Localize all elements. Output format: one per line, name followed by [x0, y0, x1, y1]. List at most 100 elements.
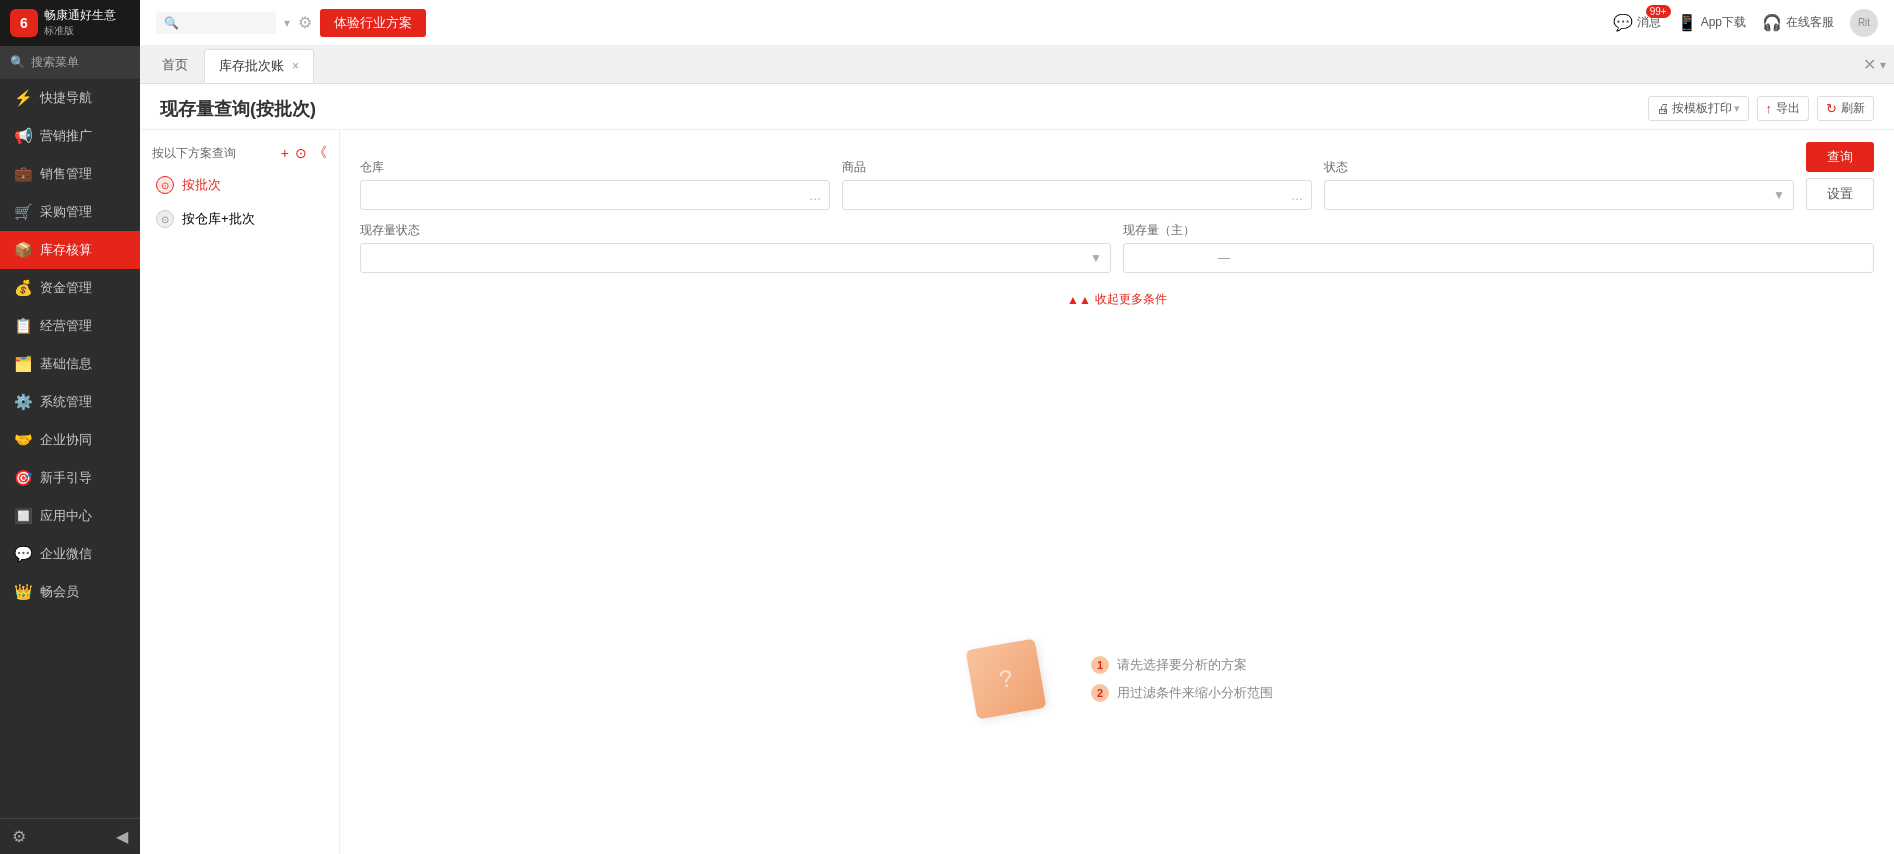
inventory-status-dropdown-icon[interactable]: ▼: [1090, 251, 1102, 265]
sidebar-item-sales[interactable]: 💼 销售管理: [0, 155, 140, 193]
topbar-left: 🔍 ▾ ⚙ 体验行业方案: [156, 9, 1603, 37]
scheme-collapse-icon[interactable]: 《: [313, 144, 327, 162]
sidebar-item-label: 经营管理: [40, 317, 92, 335]
close-all-tabs-icon[interactable]: ✕: [1863, 55, 1876, 74]
sidebar: 6 畅康通好生意 标准版 🔍 搜索菜单 ⚡ 快捷导航 📢 营销推广 💼 销售管理…: [0, 0, 140, 854]
warehouse-input[interactable]: ...: [360, 180, 830, 210]
search-menu[interactable]: 🔍 搜索菜单: [0, 46, 140, 79]
query-button[interactable]: 查询: [1806, 142, 1874, 172]
message-item[interactable]: 💬 消息 99+: [1613, 13, 1661, 32]
sidebar-item-app-center[interactable]: 🔲 应用中心: [0, 497, 140, 535]
sidebar-item-label: 企业协同: [40, 431, 92, 449]
scheme-header-actions: + ⊙ 《: [281, 144, 327, 162]
system-icon: ⚙️: [14, 393, 32, 411]
warehouse-more-icon[interactable]: ...: [809, 187, 821, 203]
scheme-header-label: 按以下方案查询: [152, 145, 236, 162]
scheme-label-by-warehouse-batch: 按仓库+批次: [182, 210, 255, 228]
online-service-item[interactable]: 🎧 在线客服: [1762, 13, 1834, 32]
sidebar-item-basic[interactable]: 🗂️ 基础信息: [0, 345, 140, 383]
user-avatar: Rit: [1850, 9, 1878, 37]
hint-label-2: 用过滤条件来缩小分析范围: [1117, 684, 1273, 702]
scheme-panel: 按以下方案查询 + ⊙ 《 ⊙ 按批次 ⊙ 按仓库+批次: [140, 130, 340, 854]
settings-footer-icon[interactable]: ⚙: [12, 827, 26, 846]
inventory-status-select[interactable]: ▼: [360, 243, 1111, 273]
topbar-search-input[interactable]: [183, 16, 263, 30]
status-select[interactable]: ▼: [1324, 180, 1794, 210]
collapse-more[interactable]: ▲▲ 收起更多条件: [360, 285, 1874, 314]
export-icon: ↑: [1766, 101, 1773, 116]
tab-more-icon[interactable]: ▾: [1880, 58, 1886, 72]
refresh-label: 刷新: [1841, 100, 1865, 117]
active-tab-label: 库存批次账: [219, 57, 284, 75]
topbar-search-box[interactable]: 🔍: [156, 12, 276, 34]
search-icon: 🔍: [10, 55, 25, 69]
sidebar-item-inventory[interactable]: 📦 库存核算: [0, 231, 140, 269]
user-avatar-item[interactable]: Rit: [1850, 9, 1878, 37]
export-btn[interactable]: ↑ 导出: [1757, 96, 1810, 121]
goods-label: 商品: [842, 159, 1312, 176]
tab-home[interactable]: 首页: [148, 48, 202, 82]
empty-text: 1 请先选择要分析的方案 2 用过滤条件来缩小分析范围: [1091, 656, 1273, 702]
sidebar-item-wechat[interactable]: 💬 企业微信: [0, 535, 140, 573]
right-content: 仓库 ... 商品 ...: [340, 130, 1894, 854]
quick-nav-icon: ⚡: [14, 89, 32, 107]
goods-input[interactable]: ...: [842, 180, 1312, 210]
tab-inventory-batch[interactable]: 库存批次账 ×: [204, 49, 314, 83]
message-badge: 99+: [1646, 5, 1671, 18]
printer-icon: 🖨: [1657, 101, 1670, 116]
sidebar-nav: ⚡ 快捷导航 📢 营销推广 💼 销售管理 🛒 采购管理 📦 库存核算 💰 资金管…: [0, 79, 140, 818]
sidebar-item-label: 采购管理: [40, 203, 92, 221]
topbar: 🔍 ▾ ⚙ 体验行业方案 💬 消息 99+ 📱 App下载 🎧 在线客服: [140, 0, 1894, 46]
scheme-item-by-batch[interactable]: ⊙ 按批次: [140, 168, 339, 202]
marketing-icon: 📢: [14, 127, 32, 145]
sidebar-item-operations[interactable]: 📋 经营管理: [0, 307, 140, 345]
scheme-item-by-warehouse-batch[interactable]: ⊙ 按仓库+批次: [140, 202, 339, 236]
refresh-btn[interactable]: ↻ 刷新: [1817, 96, 1874, 121]
member-icon: 👑: [14, 583, 32, 601]
inventory-qty-label: 现存量（主）: [1123, 222, 1874, 239]
inventory-status-label: 现存量状态: [360, 222, 1111, 239]
status-dropdown-icon[interactable]: ▼: [1773, 188, 1785, 202]
print-dropdown-icon[interactable]: ▾: [1734, 102, 1740, 115]
scheme-settings-icon[interactable]: ⊙: [295, 145, 307, 161]
sidebar-item-enterprise[interactable]: 🤝 企业协同: [0, 421, 140, 459]
sidebar-item-marketing[interactable]: 📢 营销推广: [0, 117, 140, 155]
search-menu-label: 搜索菜单: [31, 54, 79, 71]
tab-close-icon[interactable]: ×: [292, 59, 299, 73]
topbar-right: 💬 消息 99+ 📱 App下载 🎧 在线客服 Rit: [1613, 9, 1878, 37]
print-btn[interactable]: 🖨 按模板打印 ▾: [1648, 96, 1749, 121]
right-filter: 仓库 ... 商品 ...: [340, 130, 1894, 504]
goods-more-icon[interactable]: ...: [1291, 187, 1303, 203]
app-subtitle: 标准版: [44, 24, 116, 38]
qty-min-input[interactable]: [1132, 251, 1212, 265]
empty-hint-2: 2 用过滤条件来缩小分析范围: [1091, 684, 1273, 702]
filter-row-1: 仓库 ... 商品 ...: [360, 142, 1874, 210]
scheme-panel-header: 按以下方案查询 + ⊙ 《: [140, 138, 339, 168]
topbar-settings-icon[interactable]: ⚙: [298, 13, 312, 32]
scheme-add-icon[interactable]: +: [281, 145, 289, 161]
sidebar-item-system[interactable]: ⚙️ 系统管理: [0, 383, 140, 421]
qty-max-input[interactable]: [1236, 251, 1316, 265]
inventory-qty-range[interactable]: —: [1123, 243, 1874, 273]
settings-button[interactable]: 设置: [1806, 178, 1874, 210]
sidebar-item-purchase[interactable]: 🛒 采购管理: [0, 193, 140, 231]
hint-num-1: 1: [1091, 656, 1109, 674]
sidebar-item-member[interactable]: 👑 畅会员: [0, 573, 140, 611]
sidebar-item-label: 系统管理: [40, 393, 92, 411]
refresh-icon: ↻: [1826, 101, 1837, 116]
sidebar-item-quick-nav[interactable]: ⚡ 快捷导航: [0, 79, 140, 117]
sidebar-item-finance[interactable]: 💰 资金管理: [0, 269, 140, 307]
app-title-block: 畅康通好生意 标准版: [44, 8, 116, 38]
topbar-dropdown-icon[interactable]: ▾: [284, 16, 290, 30]
collapse-sidebar-icon[interactable]: ◀: [116, 827, 128, 846]
sidebar-item-label: 新手引导: [40, 469, 92, 487]
online-service-label: 在线客服: [1786, 14, 1834, 31]
purchase-icon: 🛒: [14, 203, 32, 221]
app-download-item[interactable]: 📱 App下载: [1677, 13, 1746, 32]
page-header-actions: 🖨 按模板打印 ▾ ↑ 导出 ↻ 刷新: [1648, 96, 1875, 121]
trial-btn[interactable]: 体验行业方案: [320, 9, 426, 37]
topbar-search-icon: 🔍: [164, 16, 179, 30]
operations-icon: 📋: [14, 317, 32, 335]
sidebar-item-newbie[interactable]: 🎯 新手引导: [0, 459, 140, 497]
page-title: 现存量查询(按批次): [160, 97, 316, 121]
